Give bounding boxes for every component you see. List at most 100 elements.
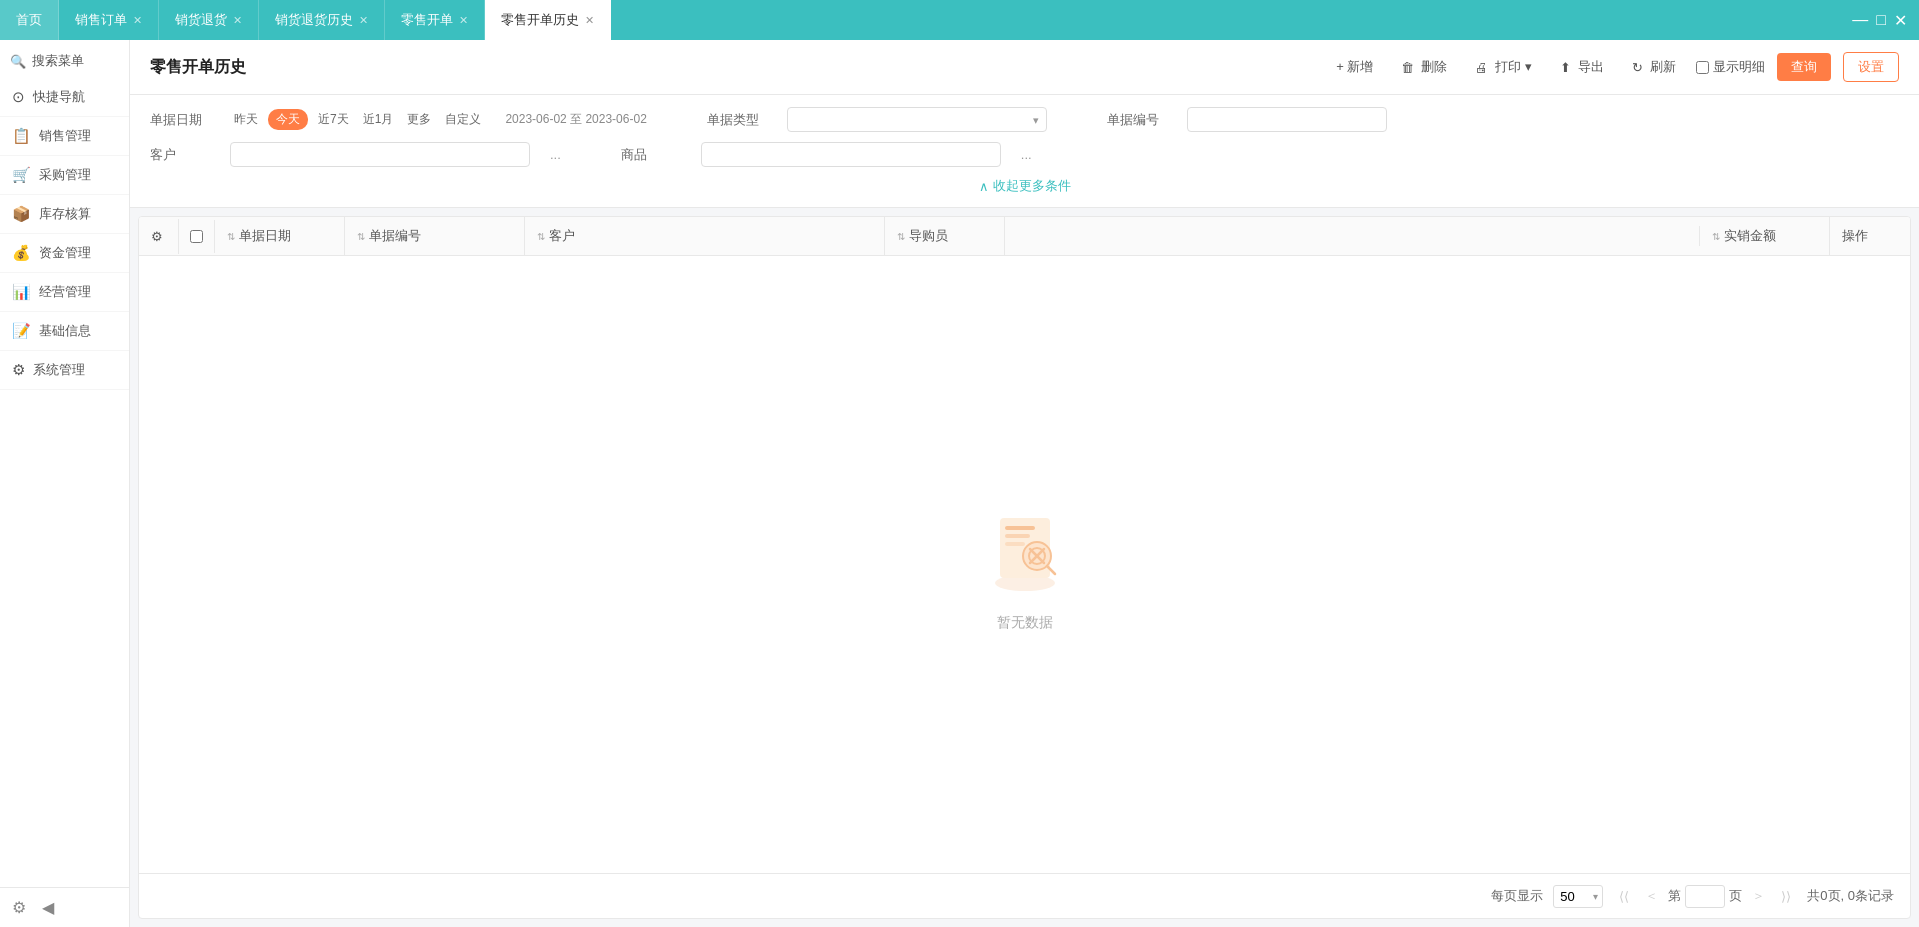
pagination-total-info: 共0页, 0条记录 (1807, 887, 1894, 905)
export-button[interactable]: ⬆ 导出 (1552, 54, 1612, 80)
table-header-checkbox[interactable] (179, 220, 215, 253)
empty-state-text: 暂无数据 (997, 614, 1053, 632)
tab-retail-open-label: 零售开单 (401, 11, 453, 29)
finance-icon: 💰 (12, 244, 31, 262)
page-input[interactable]: 1 (1685, 885, 1725, 908)
date-more[interactable]: 更多 (403, 109, 435, 130)
main-layout: 🔍 搜索菜单 ⊙ 快捷导航 📋 销售管理 🛒 采购管理 📦 库存核算 💰 资金管… (0, 40, 1919, 927)
table-header-amount-label: 实销金额 (1724, 227, 1776, 245)
sidebar-item-purchase-mgmt-label: 采购管理 (39, 166, 91, 184)
date-last1m[interactable]: 近1月 (359, 109, 398, 130)
date-today[interactable]: 今天 (268, 109, 308, 130)
table-header-amount: ⇅ 实销金额 (1700, 217, 1830, 255)
chevron-up-icon: ∧ (979, 179, 989, 194)
per-page-select[interactable]: 20 50 100 200 (1553, 885, 1603, 908)
gear-icon: ⚙ (151, 229, 163, 244)
sort-num-icon[interactable]: ⇅ (357, 231, 365, 242)
settings-button[interactable]: 设置 (1843, 52, 1899, 82)
page-title: 零售开单历史 (150, 57, 246, 78)
sidebar-settings-button[interactable]: ⚙ (12, 898, 26, 917)
sidebar-collapse-button[interactable]: ◀ (42, 898, 54, 917)
sort-guide-icon[interactable]: ⇅ (897, 231, 905, 242)
select-all-checkbox[interactable] (190, 230, 203, 243)
first-page-button[interactable]: ⟨⟨ (1613, 886, 1635, 907)
filter-row-2: 客户 ... 商品 ... (150, 142, 1899, 167)
table-settings-gear[interactable]: ⚙ (139, 219, 179, 254)
sidebar-item-basic-info[interactable]: 📝 基础信息 (0, 312, 129, 351)
new-button[interactable]: + 新增 (1328, 54, 1381, 80)
tab-sales-return-close[interactable]: ✕ (233, 14, 242, 27)
close-button[interactable]: ✕ (1894, 11, 1907, 30)
basic-info-icon: 📝 (12, 322, 31, 340)
sidebar-item-sales-mgmt[interactable]: 📋 销售管理 (0, 117, 129, 156)
sidebar-item-quick-nav[interactable]: ⊙ 快捷导航 (0, 78, 129, 117)
collapse-button[interactable]: ∧ 收起更多条件 (979, 177, 1071, 195)
date-custom[interactable]: 自定义 (441, 109, 485, 130)
tab-retail-open-close[interactable]: ✕ (459, 14, 468, 27)
print-icon: 🖨 (1475, 60, 1488, 75)
pagination-nav: ⟨⟨ ＜ 第 1 页 ＞ ⟩⟩ (1613, 884, 1797, 908)
display-toggle-label: 显示明细 (1713, 58, 1765, 76)
sidebar-search-label: 搜索菜单 (32, 52, 84, 70)
sidebar-item-system[interactable]: ⚙ 系统管理 (0, 351, 129, 390)
sidebar-item-purchase-mgmt[interactable]: 🛒 采购管理 (0, 156, 129, 195)
svg-rect-4 (1005, 542, 1025, 546)
sidebar-bottom: ⚙ ◀ (0, 887, 129, 927)
print-button[interactable]: 🖨 打印 ▾ (1467, 54, 1540, 80)
sidebar-item-quick-nav-label: 快捷导航 (33, 88, 85, 106)
product-input[interactable] (701, 142, 1001, 167)
sidebar-item-basic-info-label: 基础信息 (39, 322, 91, 340)
tab-retail-open-history-close[interactable]: ✕ (585, 14, 594, 27)
next-page-button[interactable]: ＞ (1746, 884, 1771, 908)
date-last7[interactable]: 近7天 (314, 109, 353, 130)
search-icon: 🔍 (10, 54, 26, 69)
tab-bar: 首页 销售订单 ✕ 销货退货 ✕ 销货退货历史 ✕ 零售开单 ✕ 零售开单历史 … (0, 0, 1919, 40)
tab-sales-return-history-close[interactable]: ✕ (359, 14, 368, 27)
query-button[interactable]: 查询 (1777, 53, 1831, 81)
tab-home-label: 首页 (16, 11, 42, 29)
tab-sales-return-history-label: 销货退货历史 (275, 11, 353, 29)
collapse-label: 收起更多条件 (993, 177, 1071, 195)
table-header-client-label: 客户 (549, 227, 575, 245)
sort-amount-icon[interactable]: ⇅ (1712, 231, 1720, 242)
minimize-button[interactable]: — (1852, 11, 1868, 29)
sidebar-search[interactable]: 🔍 搜索菜单 (0, 40, 129, 78)
pagination: 每页显示 20 50 100 200 ⟨⟨ ＜ 第 1 页 ＞ ⟩ (139, 873, 1910, 918)
tab-sales-return[interactable]: 销货退货 ✕ (159, 0, 259, 40)
tab-sales-order-close[interactable]: ✕ (133, 14, 142, 27)
sort-date-icon[interactable]: ⇅ (227, 231, 235, 242)
display-toggle[interactable]: 显示明细 (1696, 58, 1765, 76)
tab-retail-open[interactable]: 零售开单 ✕ (385, 0, 485, 40)
sales-mgmt-icon: 📋 (12, 127, 31, 145)
bill-type-select-wrap (787, 107, 1047, 132)
tab-sales-return-history[interactable]: 销货退货历史 ✕ (259, 0, 385, 40)
date-yesterday[interactable]: 昨天 (230, 109, 262, 130)
table-header-date-label: 单据日期 (239, 227, 291, 245)
display-toggle-checkbox[interactable] (1696, 61, 1709, 74)
page-unit-label: 页 (1729, 887, 1742, 905)
tab-retail-open-history[interactable]: 零售开单历史 ✕ (485, 0, 611, 40)
maximize-button[interactable]: □ (1876, 11, 1886, 29)
bill-type-label: 单据类型 (707, 111, 767, 129)
product-label: 商品 (621, 146, 681, 164)
last-page-button[interactable]: ⟩⟩ (1775, 886, 1797, 907)
table-header-client: ⇅ 客户 (525, 217, 885, 255)
sidebar-item-finance[interactable]: 💰 资金管理 (0, 234, 129, 273)
bill-num-input[interactable] (1187, 107, 1387, 132)
customer-input[interactable] (230, 142, 530, 167)
prev-page-button[interactable]: ＜ (1639, 884, 1664, 908)
bill-type-select[interactable] (787, 107, 1047, 132)
sort-client-icon[interactable]: ⇅ (537, 231, 545, 242)
refresh-button[interactable]: ↻ 刷新 (1624, 54, 1684, 80)
delete-button[interactable]: 🗑 删除 (1393, 54, 1455, 80)
sidebar-item-sales-mgmt-label: 销售管理 (39, 127, 91, 145)
tab-sales-order[interactable]: 销售订单 ✕ (59, 0, 159, 40)
table-header-date: ⇅ 单据日期 (215, 217, 345, 255)
sidebar-item-inventory[interactable]: 📦 库存核算 (0, 195, 129, 234)
customer-ellipsis[interactable]: ... (550, 147, 561, 162)
product-ellipsis[interactable]: ... (1021, 147, 1032, 162)
tab-home[interactable]: 首页 (0, 0, 59, 40)
table-header-num-label: 单据编号 (369, 227, 421, 245)
table-header-guide: ⇅ 导购员 (885, 217, 1005, 255)
sidebar-item-business[interactable]: 📊 经营管理 (0, 273, 129, 312)
